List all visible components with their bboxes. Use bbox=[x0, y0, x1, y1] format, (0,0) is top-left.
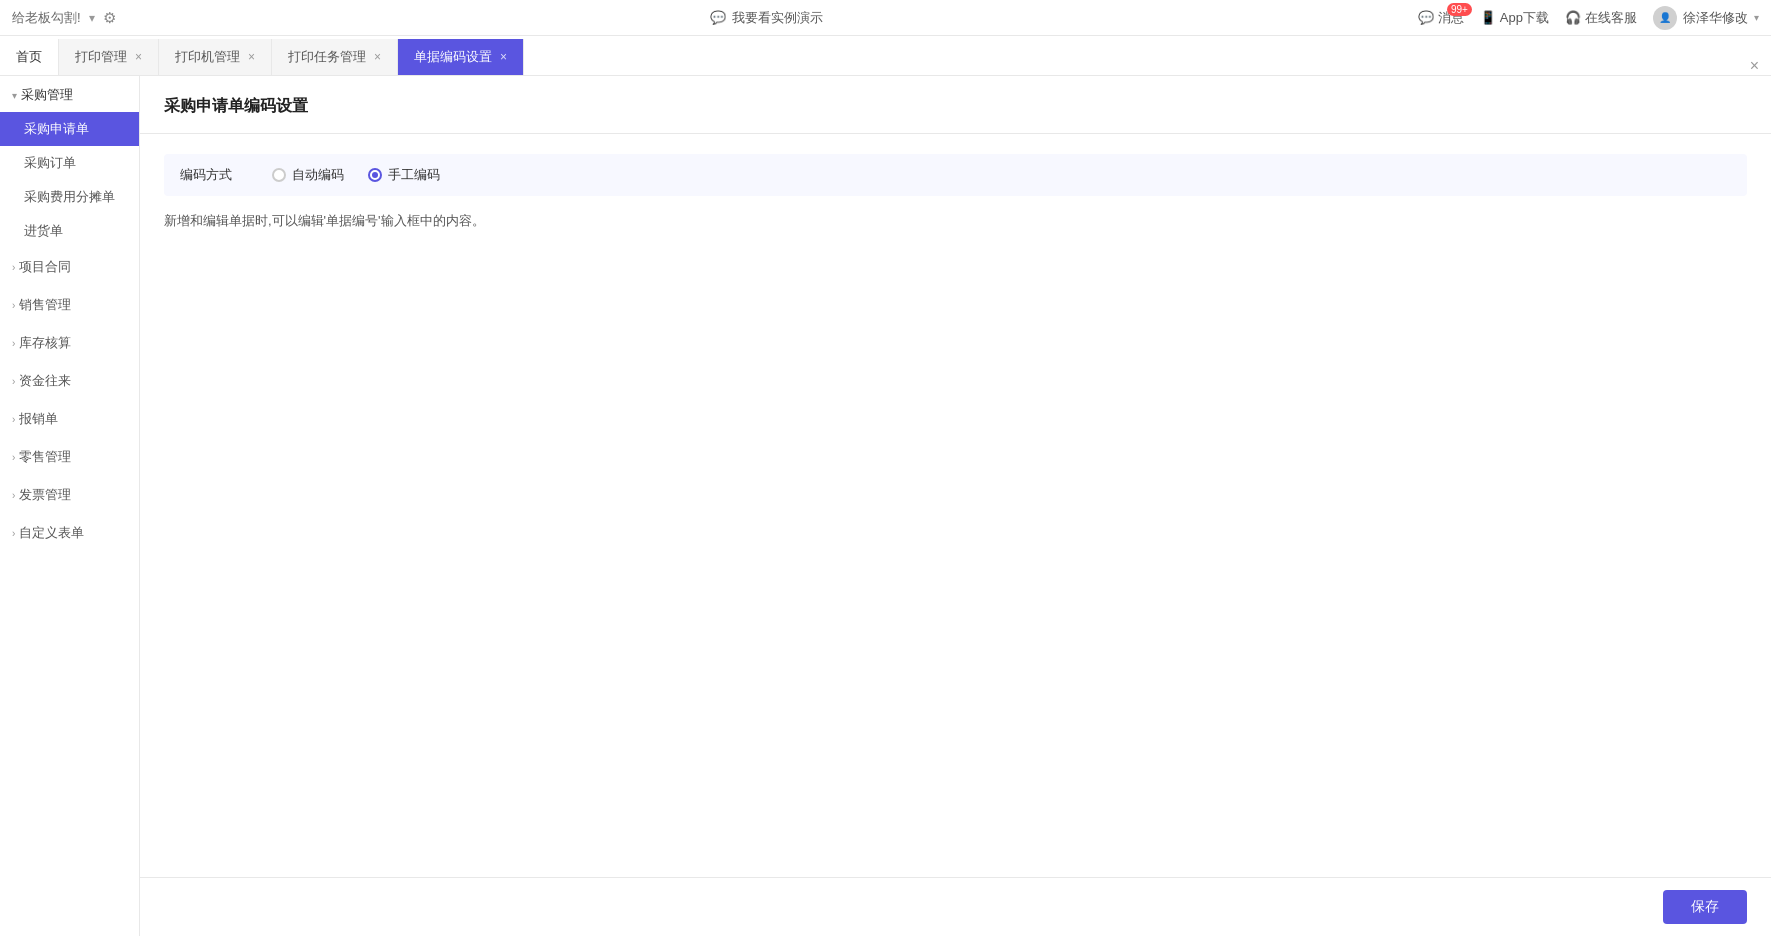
demo-icon: 💬 bbox=[710, 10, 726, 25]
sidebar-group-invoice[interactable]: › 发票管理 bbox=[0, 476, 139, 514]
radio-auto-label: 自动编码 bbox=[292, 166, 344, 184]
invoice-chevron-icon: › bbox=[12, 490, 15, 501]
tab-printer-manage[interactable]: 打印机管理 × bbox=[159, 39, 272, 75]
sidebar-group-returns-label: 报销单 bbox=[19, 410, 58, 428]
save-button[interactable]: 保存 bbox=[1663, 890, 1747, 924]
retail-chevron-icon: › bbox=[12, 452, 15, 463]
sidebar-group-finance-label: 资金往来 bbox=[19, 372, 71, 390]
purchase-chevron-icon: ▾ bbox=[12, 90, 17, 101]
dropdown-icon[interactable]: ▾ bbox=[89, 11, 95, 25]
sidebar-group-inventory-label: 库存核算 bbox=[19, 334, 71, 352]
user-dropdown-icon: ▾ bbox=[1754, 12, 1759, 23]
app-download-button[interactable]: 📱 App下载 bbox=[1480, 9, 1549, 27]
radio-manual[interactable]: 手工编码 bbox=[368, 166, 440, 184]
sidebar-item-purchase-expense-label: 采购费用分摊单 bbox=[24, 189, 115, 204]
sidebar-group-project-contract[interactable]: › 项目合同 bbox=[0, 248, 139, 286]
sidebar-item-incoming-label: 进货单 bbox=[24, 223, 63, 238]
tab-barcode-setting[interactable]: 单据编码设置 × bbox=[398, 39, 524, 75]
sidebar-group-finance[interactable]: › 资金往来 bbox=[0, 362, 139, 400]
sidebar-group-project-contract-label: 项目合同 bbox=[19, 258, 71, 276]
top-bar-right: 💬 消息 99+ 📱 App下载 🎧 在线客服 👤 徐泽华修改 ▾ bbox=[1418, 6, 1759, 30]
message-badge: 99+ bbox=[1447, 3, 1472, 16]
sidebar-item-purchase-request[interactable]: 采购申请单 bbox=[0, 112, 139, 146]
sidebar-group-invoice-label: 发票管理 bbox=[19, 486, 71, 504]
tab-print-task-label: 打印任务管理 bbox=[288, 48, 366, 66]
radio-group-encoding: 自动编码 手工编码 bbox=[272, 166, 440, 184]
demo-text[interactable]: 我要看实例演示 bbox=[732, 9, 823, 27]
top-bar-left: 给老板勾割! ▾ ⚙ bbox=[12, 9, 116, 27]
brand-text[interactable]: 给老板勾割! bbox=[12, 9, 81, 27]
sidebar-group-retail[interactable]: › 零售管理 bbox=[0, 438, 139, 476]
encoding-section: 编码方式 自动编码 手工编码 bbox=[164, 154, 1747, 196]
sidebar-group-sales[interactable]: › 销售管理 bbox=[0, 286, 139, 324]
tab-print-task-close[interactable]: × bbox=[374, 50, 381, 64]
radio-auto-circle[interactable] bbox=[272, 168, 286, 182]
radio-auto[interactable]: 自动编码 bbox=[272, 166, 344, 184]
top-bar-center: 💬 我要看实例演示 bbox=[710, 9, 823, 27]
user-info[interactable]: 👤 徐泽华修改 ▾ bbox=[1653, 6, 1759, 30]
tab-print-task[interactable]: 打印任务管理 × bbox=[272, 39, 398, 75]
main-layout: ▾ 采购管理 采购申请单 采购订单 采购费用分摊单 进货单 › 项目合同 › 销… bbox=[0, 76, 1771, 936]
project-contract-chevron-icon: › bbox=[12, 262, 15, 273]
content-body: 编码方式 自动编码 手工编码 新增和编辑单据时,可以编辑'单据编号'输入框中的内… bbox=[140, 134, 1771, 877]
tab-print-manage-label: 打印管理 bbox=[75, 48, 127, 66]
username: 徐泽华修改 bbox=[1683, 9, 1748, 27]
tab-print-manage[interactable]: 打印管理 × bbox=[59, 39, 159, 75]
radio-manual-circle[interactable] bbox=[368, 168, 382, 182]
download-icon: 📱 bbox=[1480, 10, 1496, 25]
sidebar-group-inventory[interactable]: › 库存核算 bbox=[0, 324, 139, 362]
sales-chevron-icon: › bbox=[12, 300, 15, 311]
sidebar-group-returns[interactable]: › 报销单 bbox=[0, 400, 139, 438]
returns-chevron-icon: › bbox=[12, 414, 15, 425]
sidebar: ▾ 采购管理 采购申请单 采购订单 采购费用分摊单 进货单 › 项目合同 › 销… bbox=[0, 76, 140, 936]
headset-icon: 🎧 bbox=[1565, 10, 1581, 25]
top-bar: 给老板勾割! ▾ ⚙ 💬 我要看实例演示 💬 消息 99+ 📱 App下载 🎧 … bbox=[0, 0, 1771, 36]
sidebar-group-sales-label: 销售管理 bbox=[19, 296, 71, 314]
tab-bar-close-all[interactable]: × bbox=[1750, 57, 1771, 75]
content-footer: 保存 bbox=[140, 877, 1771, 936]
app-download-label: App下载 bbox=[1500, 9, 1549, 27]
message-button[interactable]: 💬 消息 99+ bbox=[1418, 9, 1464, 27]
avatar: 👤 bbox=[1653, 6, 1677, 30]
radio-manual-label: 手工编码 bbox=[388, 166, 440, 184]
sidebar-group-purchase[interactable]: ▾ 采购管理 bbox=[0, 76, 139, 112]
encoding-label: 编码方式 bbox=[180, 166, 240, 184]
settings-icon[interactable]: ⚙ bbox=[103, 9, 116, 27]
sidebar-group-retail-label: 零售管理 bbox=[19, 448, 71, 466]
tab-printer-manage-close[interactable]: × bbox=[248, 50, 255, 64]
inventory-chevron-icon: › bbox=[12, 338, 15, 349]
content-area: 采购申请单编码设置 编码方式 自动编码 手工编码 新增和编辑单据时,可以编辑'单… bbox=[140, 76, 1771, 936]
online-support-button[interactable]: 🎧 在线客服 bbox=[1565, 9, 1637, 27]
finance-chevron-icon: › bbox=[12, 376, 15, 387]
sidebar-item-purchase-expense[interactable]: 采购费用分摊单 bbox=[0, 180, 139, 214]
sidebar-item-purchase-order-label: 采购订单 bbox=[24, 155, 76, 170]
sidebar-group-custom-form-label: 自定义表单 bbox=[19, 524, 84, 542]
custom-form-chevron-icon: › bbox=[12, 528, 15, 539]
message-icon: 💬 bbox=[1418, 10, 1434, 25]
online-support-label: 在线客服 bbox=[1585, 9, 1637, 27]
sidebar-item-incoming[interactable]: 进货单 bbox=[0, 214, 139, 248]
sidebar-item-purchase-request-label: 采购申请单 bbox=[24, 121, 89, 136]
info-text: 新增和编辑单据时,可以编辑'单据编号'输入框中的内容。 bbox=[164, 212, 1747, 230]
tab-bar: 首页 打印管理 × 打印机管理 × 打印任务管理 × 单据编码设置 × × bbox=[0, 36, 1771, 76]
sidebar-group-custom-form[interactable]: › 自定义表单 bbox=[0, 514, 139, 552]
tab-printer-manage-label: 打印机管理 bbox=[175, 48, 240, 66]
tab-barcode-setting-label: 单据编码设置 bbox=[414, 48, 492, 66]
sidebar-item-purchase-order[interactable]: 采购订单 bbox=[0, 146, 139, 180]
tab-home-label: 首页 bbox=[16, 48, 42, 66]
tab-barcode-setting-close[interactable]: × bbox=[500, 50, 507, 64]
tab-home[interactable]: 首页 bbox=[0, 39, 59, 75]
sidebar-group-purchase-label: 采购管理 bbox=[21, 86, 73, 104]
tab-print-manage-close[interactable]: × bbox=[135, 50, 142, 64]
page-title: 采购申请单编码设置 bbox=[140, 76, 1771, 134]
